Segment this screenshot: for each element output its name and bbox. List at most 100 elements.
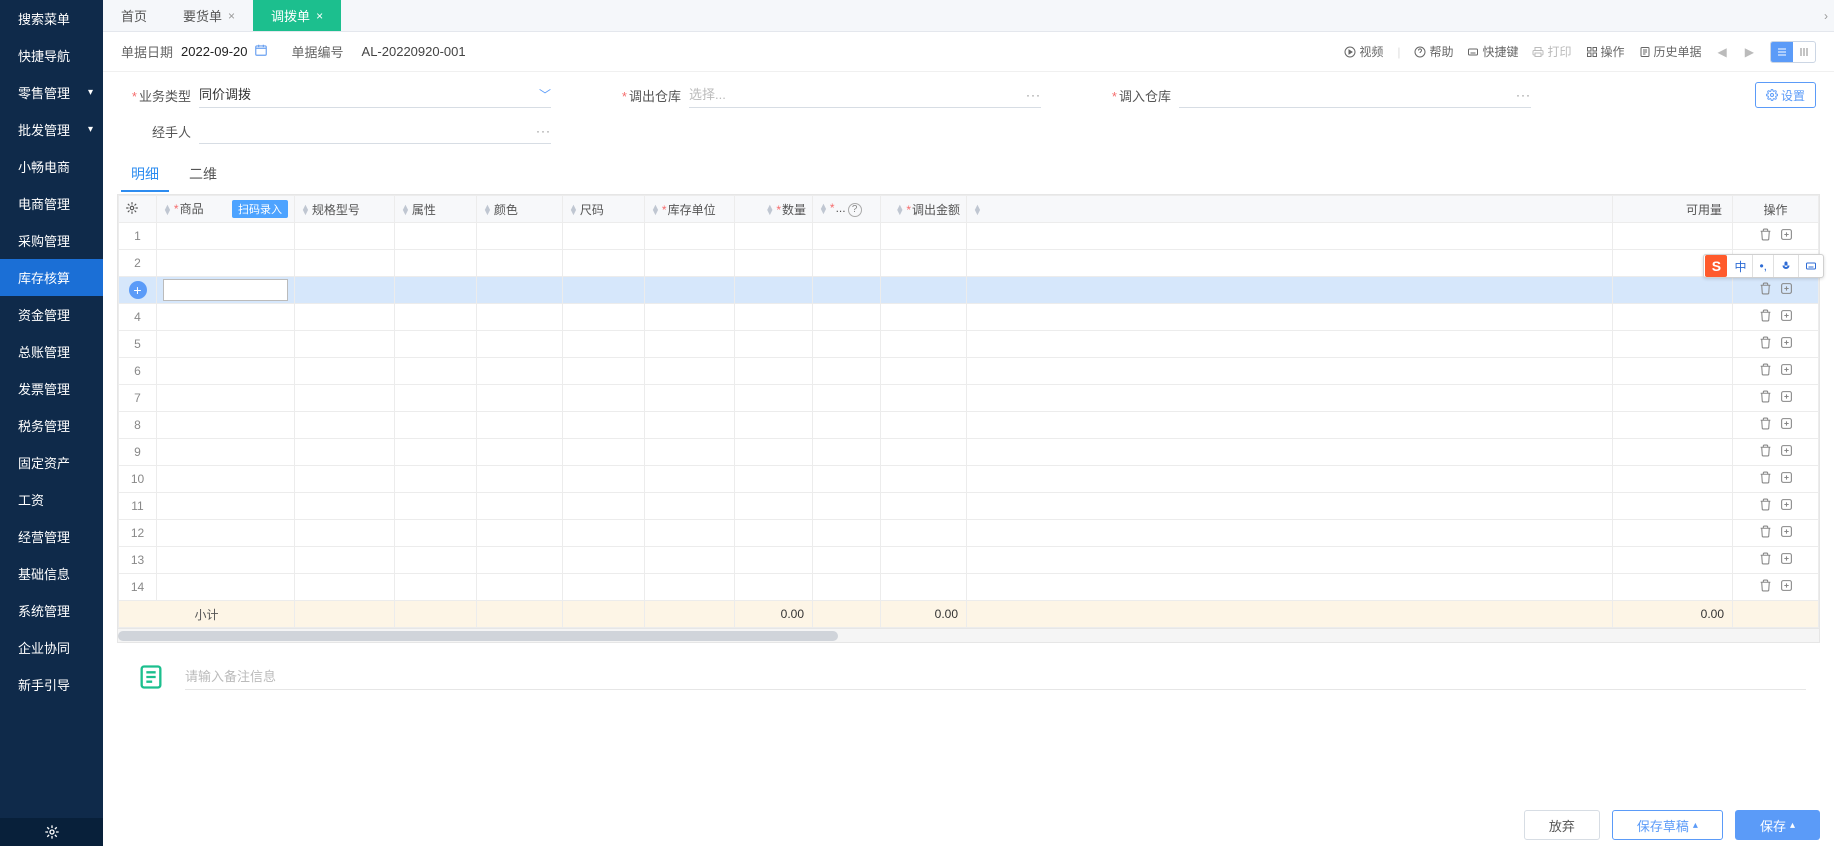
cell[interactable] [157, 466, 295, 493]
cell[interactable] [477, 493, 563, 520]
insert-row-icon[interactable] [1780, 471, 1793, 487]
table-row[interactable]: 5 [119, 331, 1819, 358]
cell[interactable] [563, 385, 645, 412]
cell[interactable] [645, 439, 735, 466]
ime-lang[interactable]: 中 [1728, 255, 1752, 277]
col-price[interactable]: ▲▼*...? [813, 196, 881, 223]
cell[interactable] [477, 547, 563, 574]
sidebar-item[interactable]: 企业协同 [0, 629, 103, 666]
table-row[interactable]: 9 [119, 439, 1819, 466]
discard-button[interactable]: 放弃 [1524, 810, 1600, 840]
cell[interactable] [477, 331, 563, 358]
cell[interactable] [881, 439, 967, 466]
cell[interactable] [563, 304, 645, 331]
cell[interactable] [967, 304, 1613, 331]
cell[interactable] [157, 331, 295, 358]
ime-widget[interactable]: S 中 •, [1703, 254, 1824, 278]
cell[interactable] [967, 385, 1613, 412]
sidebar-item[interactable]: 小畅电商 [0, 148, 103, 185]
table-row[interactable]: + [119, 277, 1819, 304]
cell[interactable] [967, 466, 1613, 493]
cell[interactable] [881, 547, 967, 574]
cell[interactable] [645, 250, 735, 277]
sidebar-item[interactable]: 零售管理▾ [0, 74, 103, 111]
cell[interactable] [395, 574, 477, 601]
col-attr[interactable]: ▲▼属性 [395, 196, 477, 223]
delete-row-icon[interactable] [1759, 444, 1772, 460]
cell[interactable] [157, 520, 295, 547]
sidebar-item[interactable]: 固定资产 [0, 444, 103, 481]
cell[interactable] [735, 223, 813, 250]
cell[interactable] [645, 493, 735, 520]
sidebar-item[interactable]: 工资 [0, 481, 103, 518]
cell[interactable] [735, 331, 813, 358]
cell[interactable] [395, 358, 477, 385]
cell[interactable] [735, 277, 813, 304]
tab-detail[interactable]: 明细 [121, 158, 169, 192]
cell[interactable] [563, 520, 645, 547]
cell[interactable] [563, 331, 645, 358]
cell[interactable] [157, 385, 295, 412]
cell[interactable] [395, 331, 477, 358]
cell[interactable] [1613, 547, 1733, 574]
col-color[interactable]: ▲▼颜色 [477, 196, 563, 223]
cell[interactable] [645, 331, 735, 358]
insert-row-icon[interactable] [1780, 579, 1793, 595]
cell[interactable] [295, 250, 395, 277]
cell[interactable] [645, 304, 735, 331]
toolbar-help[interactable]: 帮助 [1414, 43, 1453, 60]
cell[interactable] [967, 331, 1613, 358]
cell[interactable] [813, 493, 881, 520]
ime-mic-icon[interactable] [1773, 255, 1798, 277]
col-spec[interactable]: ▲▼规格型号 [295, 196, 395, 223]
cell[interactable] [1613, 520, 1733, 547]
sidebar-item[interactable]: 搜索菜单 [0, 0, 103, 37]
insert-row-icon[interactable] [1780, 309, 1793, 325]
cell[interactable] [1613, 385, 1733, 412]
cell[interactable] [295, 223, 395, 250]
cell[interactable] [563, 574, 645, 601]
cell[interactable] [477, 358, 563, 385]
biz-type-select[interactable]: 同价调拨 ﹀ [199, 82, 551, 108]
cell[interactable] [295, 520, 395, 547]
cell[interactable] [813, 574, 881, 601]
sidebar-item[interactable]: 税务管理 [0, 407, 103, 444]
remark-input[interactable] [185, 664, 1806, 690]
cell[interactable] [477, 304, 563, 331]
info-icon[interactable]: ? [848, 203, 862, 217]
ime-keyboard-icon[interactable] [1798, 255, 1823, 277]
cell[interactable] [295, 304, 395, 331]
cell[interactable] [813, 250, 881, 277]
cell[interactable] [295, 331, 395, 358]
cell[interactable] [645, 223, 735, 250]
table-row[interactable]: 13 [119, 547, 1819, 574]
cell[interactable] [881, 466, 967, 493]
cell[interactable] [735, 385, 813, 412]
toolbar-video[interactable]: 视频 [1344, 43, 1383, 60]
table-row[interactable]: 7 [119, 385, 1819, 412]
cell[interactable] [813, 223, 881, 250]
toolbar-shortcut[interactable]: 快捷键 [1467, 43, 1518, 60]
cell[interactable] [645, 358, 735, 385]
cell[interactable] [295, 466, 395, 493]
cell[interactable] [395, 385, 477, 412]
cell[interactable] [967, 277, 1613, 304]
cell[interactable] [1613, 412, 1733, 439]
history-prev-icon[interactable]: ◀ [1716, 45, 1729, 59]
add-row-button[interactable]: + [129, 281, 147, 299]
cell[interactable] [563, 412, 645, 439]
cell[interactable] [477, 385, 563, 412]
insert-row-icon[interactable] [1780, 390, 1793, 406]
insert-row-icon[interactable] [1780, 336, 1793, 352]
delete-row-icon[interactable] [1759, 552, 1772, 568]
cell[interactable] [395, 223, 477, 250]
cell[interactable] [967, 493, 1613, 520]
sidebar-item[interactable]: 快捷导航 [0, 37, 103, 74]
tab-matrix[interactable]: 二维 [179, 158, 227, 192]
cell[interactable] [563, 466, 645, 493]
cell[interactable] [645, 466, 735, 493]
save-draft-button[interactable]: 保存草稿▴ [1612, 810, 1723, 840]
delete-row-icon[interactable] [1759, 336, 1772, 352]
cell[interactable] [1613, 331, 1733, 358]
delete-row-icon[interactable] [1759, 228, 1772, 244]
